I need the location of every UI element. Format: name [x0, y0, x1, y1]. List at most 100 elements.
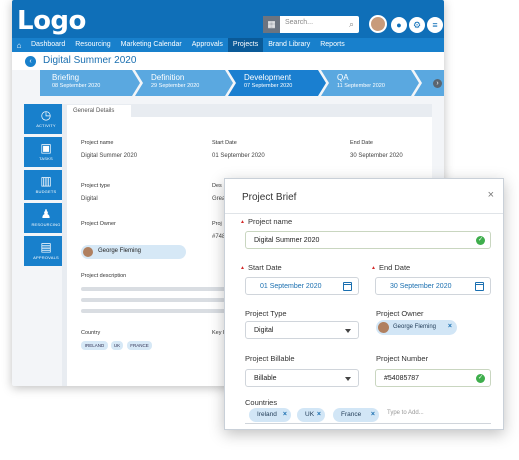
nav-reports[interactable]: Reports [315, 38, 350, 52]
project-number-field-label: Project Number [376, 354, 429, 363]
tag-label: France [341, 411, 362, 418]
search-placeholder: Search... [285, 19, 314, 26]
project-owner-chip[interactable]: George Fleming × [376, 320, 457, 335]
page-title: Digital Summer 2020 [43, 55, 137, 66]
nav-projects[interactable]: Projects [227, 38, 264, 52]
project-name-field-label: ▲ Project name [240, 217, 292, 226]
chevron-down-icon [345, 329, 351, 333]
description-text-line [81, 298, 225, 302]
project-owner-field-label: Project Owner [376, 309, 424, 318]
logo: Logo [17, 6, 86, 36]
owner-name: George Fleming [393, 324, 437, 330]
project-name-label: Project name [81, 140, 114, 146]
nav-approvals[interactable]: Approvals [187, 38, 228, 52]
country-tag-uk: UK × [297, 408, 325, 422]
project-billable-select[interactable]: Billable [245, 369, 359, 387]
input-value: #54085787 [384, 375, 420, 382]
nav-resourcing[interactable]: Resourcing [70, 38, 115, 52]
stage-date: 08 September 2020 [52, 83, 101, 89]
project-header: ‹ Digital Summer 2020 [12, 52, 444, 70]
start-date-picker[interactable]: 01 September 2020 [245, 277, 359, 295]
valid-check-icon: ✓ [476, 236, 485, 245]
calendar-icon[interactable] [343, 282, 352, 291]
tag-label: Ireland [257, 411, 277, 418]
stage-qa[interactable]: QA 11 September 2020 [321, 70, 419, 96]
description-text-line [81, 309, 229, 313]
stage-date: 29 September 2020 [151, 83, 200, 89]
project-billable-field-label: Project Billable [245, 354, 295, 363]
stage-name: Briefing [52, 73, 80, 82]
project-type-select[interactable]: Digital [245, 321, 359, 339]
nav-brand-library[interactable]: Brand Library [263, 38, 315, 52]
search-input[interactable]: ▦ Search... ⌕ [263, 16, 359, 33]
country-chip: IRELAND [81, 341, 108, 350]
calendar-icon[interactable] [475, 282, 484, 291]
close-icon[interactable]: × [488, 189, 494, 201]
owner-name: George Fleming [98, 248, 142, 254]
project-owner-label: Project Owner [81, 221, 116, 227]
country-label: Country [81, 330, 101, 336]
project-type-value: Digital [81, 196, 98, 202]
project-number-label-truncated: Proj [212, 221, 222, 227]
stage-progress: Briefing 08 September 2020 Definition 29… [40, 70, 444, 96]
country-chip: UK [111, 341, 123, 350]
project-owner-chip: George Fleming [81, 245, 186, 259]
add-country-placeholder: Type to Add... [387, 410, 424, 416]
stage-development[interactable]: Development 07 September 2020 [228, 70, 326, 96]
required-marker-icon: ▲ [371, 265, 376, 271]
main-nav: ⌂ Dashboard Resourcing Marketing Calenda… [12, 38, 444, 52]
end-date-label: End Date [350, 140, 373, 146]
stage-name: Definition [151, 73, 185, 82]
input-value: 01 September 2020 [260, 283, 322, 290]
countries-tag-input[interactable]: Ireland × UK × France × Type to Add... [245, 405, 491, 424]
description-label-truncated: Des [212, 183, 222, 189]
user-avatar[interactable] [369, 15, 387, 33]
project-number-input[interactable]: #54085787 ✓ [375, 369, 491, 387]
select-value: Billable [254, 375, 277, 382]
project-brief-dialog: Project Brief × ▲ Project name Digital Su… [224, 178, 504, 430]
input-value: 30 September 2020 [390, 283, 452, 290]
valid-check-icon: ✓ [476, 374, 485, 383]
end-date-picker[interactable]: 30 September 2020 [375, 277, 491, 295]
stage-name: QA [337, 73, 349, 82]
stage-definition[interactable]: Definition 29 September 2020 [135, 70, 233, 96]
chevron-down-icon [345, 377, 351, 381]
apps-grid-icon[interactable]: ▦ [263, 16, 280, 33]
end-date-field-label: ▲ End Date [371, 263, 410, 272]
settings-gear-icon[interactable]: ⚙ [409, 17, 425, 33]
back-arrow-icon[interactable]: ‹ [25, 56, 36, 67]
remove-tag-icon[interactable]: × [317, 411, 321, 418]
required-marker-icon: ▲ [240, 265, 245, 271]
top-bar: Logo ▦ Search... ⌕ ● ⚙ ≡ [12, 0, 444, 38]
owner-avatar [378, 322, 389, 333]
country-tag-france: France × [333, 408, 379, 422]
project-type-field-label: Project Type [245, 309, 287, 318]
end-date-value: 30 September 2020 [350, 153, 403, 159]
nav-dashboard[interactable]: Dashboard [26, 38, 70, 52]
start-date-value: 01 September 2020 [212, 153, 265, 159]
tag-label: UK [305, 411, 315, 418]
notification-bell-icon[interactable]: ● [391, 17, 407, 33]
start-date-field-label: ▲ Start Date [240, 263, 282, 272]
remove-tag-icon[interactable]: × [283, 411, 287, 418]
description-text-line [81, 287, 229, 291]
remove-owner-icon[interactable]: × [448, 323, 452, 330]
label-text: Start Date [247, 263, 282, 272]
owner-avatar [83, 247, 93, 257]
stage-briefing[interactable]: Briefing 08 September 2020 [40, 70, 140, 96]
remove-tag-icon[interactable]: × [371, 411, 375, 418]
country-chip: FRANCE [127, 341, 152, 350]
project-description-label: Project description [81, 273, 127, 279]
project-name-input[interactable]: Digital Summer 2020 ✓ [245, 231, 491, 249]
next-stage-arrow-icon[interactable]: › [433, 79, 442, 88]
start-date-label: Start Date [212, 140, 237, 146]
required-marker-icon: ▲ [240, 219, 245, 225]
tab-general-details[interactable]: General Details [67, 105, 131, 117]
nav-marketing-calendar[interactable]: Marketing Calendar [116, 38, 187, 52]
label-text: Project name [247, 217, 293, 226]
input-value: Digital Summer 2020 [254, 237, 320, 244]
search-icon[interactable]: ⌕ [349, 19, 354, 30]
stage-name: Development [244, 73, 292, 82]
menu-icon[interactable]: ≡ [427, 17, 443, 33]
home-icon[interactable]: ⌂ [12, 41, 26, 50]
